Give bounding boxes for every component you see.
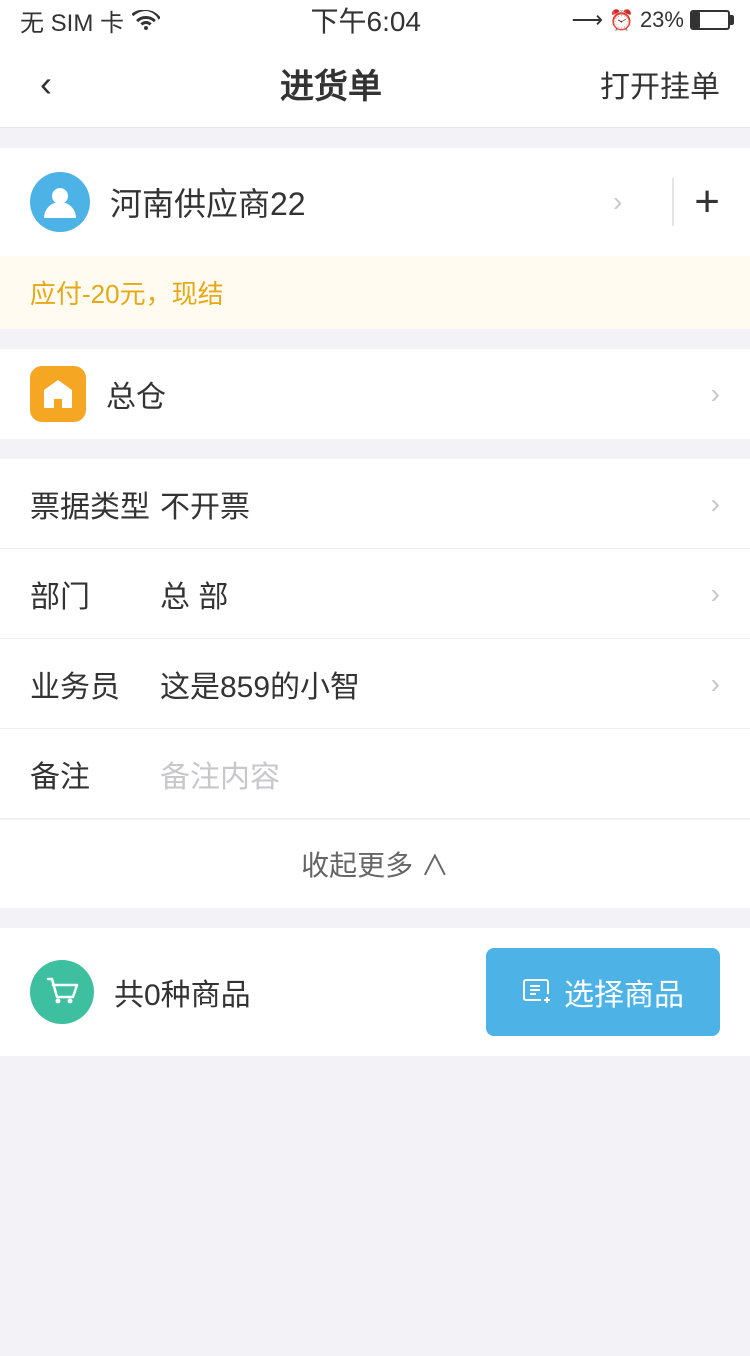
collapse-label: 收起更多 ∧ [301, 844, 449, 884]
cart-icon [43, 973, 81, 1011]
warehouse-row[interactable]: 总仓 › [0, 349, 750, 439]
salesperson-label: 业务员 [30, 662, 160, 706]
invoice-type-row[interactable]: 票据类型 不开票 › [0, 459, 750, 549]
salesperson-row[interactable]: 业务员 这是859的小智 › [0, 639, 750, 729]
alarm-icon: ⏰ [609, 8, 634, 33]
back-button[interactable]: ‹ [30, 53, 62, 115]
nav-bar: ‹ 进货单 打开挂单 [0, 40, 750, 128]
collapse-row[interactable]: 收起更多 ∧ [0, 819, 750, 908]
battery-percent: 23% [640, 7, 684, 33]
section-gap-3 [0, 439, 750, 459]
location-icon: ⟶ [571, 7, 603, 33]
salesperson-chevron: › [711, 668, 720, 700]
remark-placeholder: 备注内容 [160, 752, 720, 796]
status-indicators: ⟶ ⏰ 23% [571, 7, 730, 33]
notice-text: 应付-20元，现结 [30, 279, 224, 309]
select-product-icon [522, 976, 554, 1008]
department-row[interactable]: 部门 总 部 › [0, 549, 750, 639]
page-title: 进货单 [280, 59, 382, 108]
warehouse-icon-bg [30, 366, 86, 422]
form-section: 票据类型 不开票 › 部门 总 部 › 业务员 这是859的小智 › 备注 备注… [0, 459, 750, 908]
warehouse-chevron-icon: › [711, 378, 720, 410]
department-chevron: › [711, 578, 720, 610]
invoice-type-chevron: › [711, 488, 720, 520]
department-value: 总 部 [160, 572, 711, 616]
remark-row[interactable]: 备注 备注内容 [0, 729, 750, 819]
supplier-row[interactable]: 河南供应商22 › + [0, 148, 750, 256]
invoice-type-label: 票据类型 [30, 482, 160, 526]
section-gap-2 [0, 329, 750, 349]
warehouse-name: 总仓 [106, 372, 711, 416]
notice-banner: 应付-20元，现结 [0, 256, 750, 329]
department-label: 部门 [30, 572, 160, 616]
remark-label: 备注 [30, 752, 160, 796]
person-icon [40, 182, 80, 222]
bottom-background [0, 1056, 750, 1356]
supplier-chevron-icon: › [613, 186, 622, 218]
salesperson-value: 这是859的小智 [160, 662, 711, 706]
carrier-text: 无 SIM 卡 [20, 3, 124, 38]
status-time: 下午6:04 [311, 0, 422, 40]
open-pending-button[interactable]: 打开挂单 [600, 62, 720, 106]
select-product-button[interactable]: 选择商品 [486, 948, 720, 1036]
supplier-divider [672, 178, 674, 226]
section-gap-1 [0, 128, 750, 148]
product-icon-bg [30, 960, 94, 1024]
supplier-name: 河南供应商22 [110, 179, 613, 225]
supplier-avatar [30, 172, 90, 232]
select-product-label: 选择商品 [564, 970, 684, 1014]
wifi-icon [132, 10, 160, 30]
warehouse-icon [41, 377, 75, 411]
battery-icon [690, 10, 730, 30]
add-button[interactable]: + [694, 180, 720, 224]
supplier-section: 河南供应商22 › + 应付-20元，现结 [0, 148, 750, 329]
invoice-type-value: 不开票 [160, 482, 711, 526]
product-row: 共0种商品 选择商品 [0, 928, 750, 1056]
status-bar: 无 SIM 卡 下午6:04 ⟶ ⏰ 23% [0, 0, 750, 40]
product-count: 共0种商品 [114, 970, 486, 1014]
status-carrier: 无 SIM 卡 [20, 3, 160, 38]
